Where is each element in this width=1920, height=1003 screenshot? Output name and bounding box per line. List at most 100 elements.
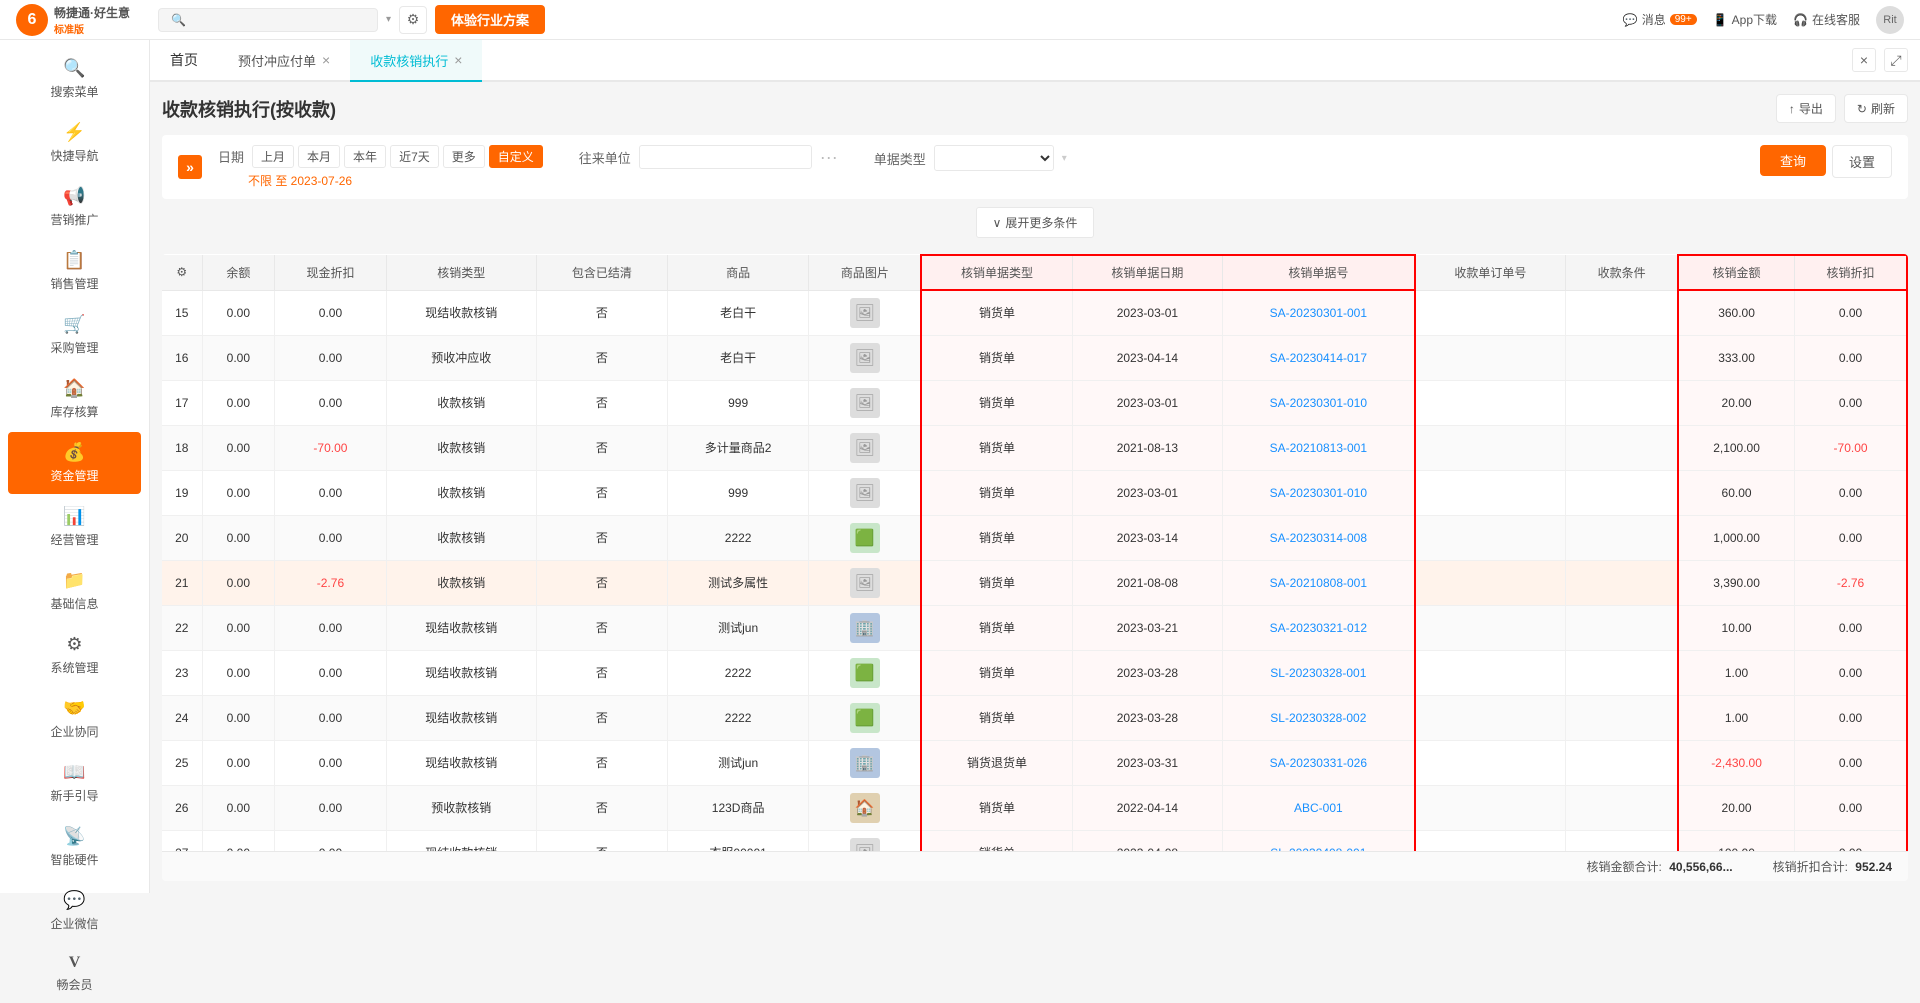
query-button[interactable]: 查询 bbox=[1760, 145, 1826, 176]
cell-num: 26 bbox=[162, 785, 202, 830]
tab-prepaid[interactable]: 预付冲应付单 × bbox=[218, 40, 350, 82]
message-icon: 💬 bbox=[1623, 13, 1638, 27]
sidebar-item-guide[interactable]: 📖 新手引导 bbox=[8, 752, 141, 814]
refresh-button[interactable]: ↻ 刷新 bbox=[1844, 94, 1908, 123]
app-download-item[interactable]: 📱 App下载 bbox=[1713, 11, 1777, 28]
sidebar-item-system[interactable]: ⚙ 系统管理 bbox=[8, 624, 141, 686]
cell-cancel-bill-no[interactable]: SL-20230328-002 bbox=[1223, 695, 1415, 740]
cancel-bill-no-link[interactable]: SL-20230328-001 bbox=[1270, 666, 1366, 680]
col-settings[interactable]: ⚙ bbox=[162, 255, 202, 290]
cell-cancel-bill-no[interactable]: SA-20230331-026 bbox=[1223, 740, 1415, 785]
tab-bar: 首页 预付冲应付单 × 收款核销执行 × × ⤢ bbox=[150, 40, 1920, 82]
cell-num: 23 bbox=[162, 650, 202, 695]
brand-text: 畅捷通·好生意 标准版 bbox=[54, 4, 130, 36]
settings-button[interactable]: 设置 bbox=[1832, 145, 1892, 178]
col-collection-condition: 收款条件 bbox=[1566, 255, 1678, 290]
sidebar-item-member[interactable]: V 畅会员 bbox=[8, 944, 141, 1003]
cell-cancel-amount: 60.00 bbox=[1678, 470, 1795, 515]
date-btn-this-month[interactable]: 本月 bbox=[298, 145, 340, 168]
cell-balance: 0.00 bbox=[202, 335, 275, 380]
cancel-bill-no-link[interactable]: SA-20230314-008 bbox=[1270, 531, 1367, 545]
cancel-bill-no-link[interactable]: SA-20230301-001 bbox=[1270, 306, 1367, 320]
cell-cancel-amount: 1,000.00 bbox=[1678, 515, 1795, 560]
cell-cancel-bill-no[interactable]: SA-20230321-012 bbox=[1223, 605, 1415, 650]
tab-close-all-button[interactable]: × bbox=[1852, 48, 1876, 72]
tab-bar-actions: × ⤢ bbox=[1840, 40, 1920, 80]
cell-product-image: 🖼 bbox=[809, 470, 921, 515]
cell-balance: 0.00 bbox=[202, 695, 275, 740]
cell-cancel-discount: 0.00 bbox=[1795, 515, 1907, 560]
top-search-bar[interactable]: 🔍 bbox=[158, 8, 378, 32]
single-record-type-select[interactable] bbox=[934, 145, 1054, 171]
enterprise-icon: 🤝 bbox=[63, 698, 85, 719]
message-item[interactable]: 💬 消息 99+ bbox=[1623, 11, 1697, 28]
from-unit-input[interactable] bbox=[639, 145, 812, 169]
date-btn-more[interactable]: 更多 bbox=[443, 145, 485, 168]
cell-cancel-bill-no[interactable]: SL-20230408-001 bbox=[1223, 830, 1415, 851]
cell-cancel-bill-no[interactable]: SA-20230414-017 bbox=[1223, 335, 1415, 380]
cell-balance: 0.00 bbox=[202, 785, 275, 830]
cancel-bill-no-link[interactable]: SA-20210808-001 bbox=[1270, 576, 1367, 590]
sidebar-item-marketing[interactable]: 📢 营销推广 bbox=[8, 176, 141, 238]
export-button[interactable]: ↑ 导出 bbox=[1776, 94, 1836, 123]
dropdown-arrow-icon[interactable]: ▾ bbox=[386, 14, 391, 25]
sidebar-item-finance[interactable]: 💰 资金管理 bbox=[8, 432, 141, 494]
expand-conditions-button[interactable]: ∨ 展开更多条件 bbox=[976, 207, 1095, 238]
filter-collapse-button[interactable]: » bbox=[178, 155, 202, 179]
sidebar-item-sales[interactable]: 📋 销售管理 bbox=[8, 240, 141, 302]
cell-cancel-bill-no[interactable]: SA-20230314-008 bbox=[1223, 515, 1415, 560]
cell-cancel-bill-no[interactable]: SA-20230301-010 bbox=[1223, 380, 1415, 425]
tab-expand-button[interactable]: ⤢ bbox=[1884, 48, 1908, 72]
col-cancel-bill-date: 核销单据日期 bbox=[1072, 255, 1222, 290]
cell-cancel-bill-no[interactable]: SA-20210808-001 bbox=[1223, 560, 1415, 605]
tab-collection-cancel[interactable]: 收款核销执行 × bbox=[350, 40, 482, 82]
date-range-text: 不限 至 2023-07-26 bbox=[248, 172, 543, 189]
table-row: 19 0.00 0.00 收款核销 否 999 🖼 销货单 2023-03-01… bbox=[162, 470, 1907, 515]
sidebar-item-wechat[interactable]: 💬 企业微信 bbox=[8, 880, 141, 942]
header-actions: ↑ 导出 ↻ 刷新 bbox=[1776, 94, 1908, 123]
cell-cancel-bill-no[interactable]: ABC-001 bbox=[1223, 785, 1415, 830]
cancel-bill-no-link[interactable]: SA-20210813-001 bbox=[1270, 441, 1367, 455]
date-btn-custom[interactable]: 自定义 bbox=[489, 145, 543, 168]
sidebar-item-purchase[interactable]: 🛒 采购管理 bbox=[8, 304, 141, 366]
cell-cancel-bill-no[interactable]: SA-20210813-001 bbox=[1223, 425, 1415, 470]
cell-cancel-bill-no[interactable]: SL-20230328-001 bbox=[1223, 650, 1415, 695]
cell-include-settled: 否 bbox=[536, 695, 667, 740]
cell-product-image: 🖼 bbox=[809, 290, 921, 335]
user-avatar[interactable]: Rit bbox=[1876, 6, 1904, 34]
cancel-bill-no-link[interactable]: SA-20230301-010 bbox=[1270, 486, 1367, 500]
cell-balance: 0.00 bbox=[202, 380, 275, 425]
cell-collection-order-no bbox=[1415, 335, 1566, 380]
gear-icon: ⚙ bbox=[407, 11, 420, 28]
cell-cancel-bill-no[interactable]: SA-20230301-001 bbox=[1223, 290, 1415, 335]
cell-cancel-bill-type: 销货单 bbox=[921, 560, 1072, 605]
online-service-item[interactable]: 🎧 在线客服 bbox=[1793, 11, 1860, 28]
trial-button[interactable]: 体验行业方案 bbox=[435, 5, 545, 34]
cancel-bill-no-link[interactable]: SA-20230414-017 bbox=[1270, 351, 1367, 365]
tab-home[interactable]: 首页 bbox=[150, 40, 218, 82]
cell-cancel-bill-date: 2023-03-01 bbox=[1072, 290, 1222, 335]
sidebar-item-quick-nav[interactable]: ⚡ 快捷导航 bbox=[8, 112, 141, 174]
sidebar-item-search-menu[interactable]: 🔍 搜索菜单 bbox=[8, 48, 141, 110]
cancel-bill-no-link[interactable]: SA-20230321-012 bbox=[1270, 621, 1367, 635]
table-scroll[interactable]: ⚙ 余额 现金折扣 核销类型 包含已结清 商品 商品图片 核销单据类型 核销单据… bbox=[162, 254, 1908, 851]
tab-prepaid-close[interactable]: × bbox=[322, 52, 330, 68]
cancel-bill-no-link[interactable]: SL-20230328-002 bbox=[1270, 711, 1366, 725]
cancel-bill-no-link[interactable]: SA-20230331-026 bbox=[1270, 756, 1367, 770]
sidebar-item-business[interactable]: 📊 经营管理 bbox=[8, 496, 141, 558]
sidebar-item-smart-hw[interactable]: 📡 智能硬件 bbox=[8, 816, 141, 878]
sidebar-item-inventory[interactable]: 🏠 库存核算 bbox=[8, 368, 141, 430]
cancel-bill-no-link[interactable]: ABC-001 bbox=[1294, 801, 1343, 815]
date-btn-this-year[interactable]: 本年 bbox=[344, 145, 386, 168]
gear-button[interactable]: ⚙ bbox=[399, 6, 427, 34]
sidebar-item-enterprise[interactable]: 🤝 企业协同 bbox=[8, 688, 141, 750]
dropdown-arrow-select-icon: ▾ bbox=[1062, 153, 1067, 164]
date-btn-last-month[interactable]: 上月 bbox=[252, 145, 294, 168]
sidebar-item-base-info[interactable]: 📁 基础信息 bbox=[8, 560, 141, 622]
tab-collection-cancel-close[interactable]: × bbox=[454, 52, 462, 68]
cancel-bill-no-link[interactable]: SA-20230301-010 bbox=[1270, 396, 1367, 410]
date-btn-7days[interactable]: 近7天 bbox=[390, 145, 439, 168]
sidebar-label-enterprise: 企业协同 bbox=[50, 723, 98, 740]
cell-cancel-bill-no[interactable]: SA-20230301-010 bbox=[1223, 470, 1415, 515]
footer-cancel-amount: 核销金额合计: 40,556,66... bbox=[1587, 858, 1733, 875]
